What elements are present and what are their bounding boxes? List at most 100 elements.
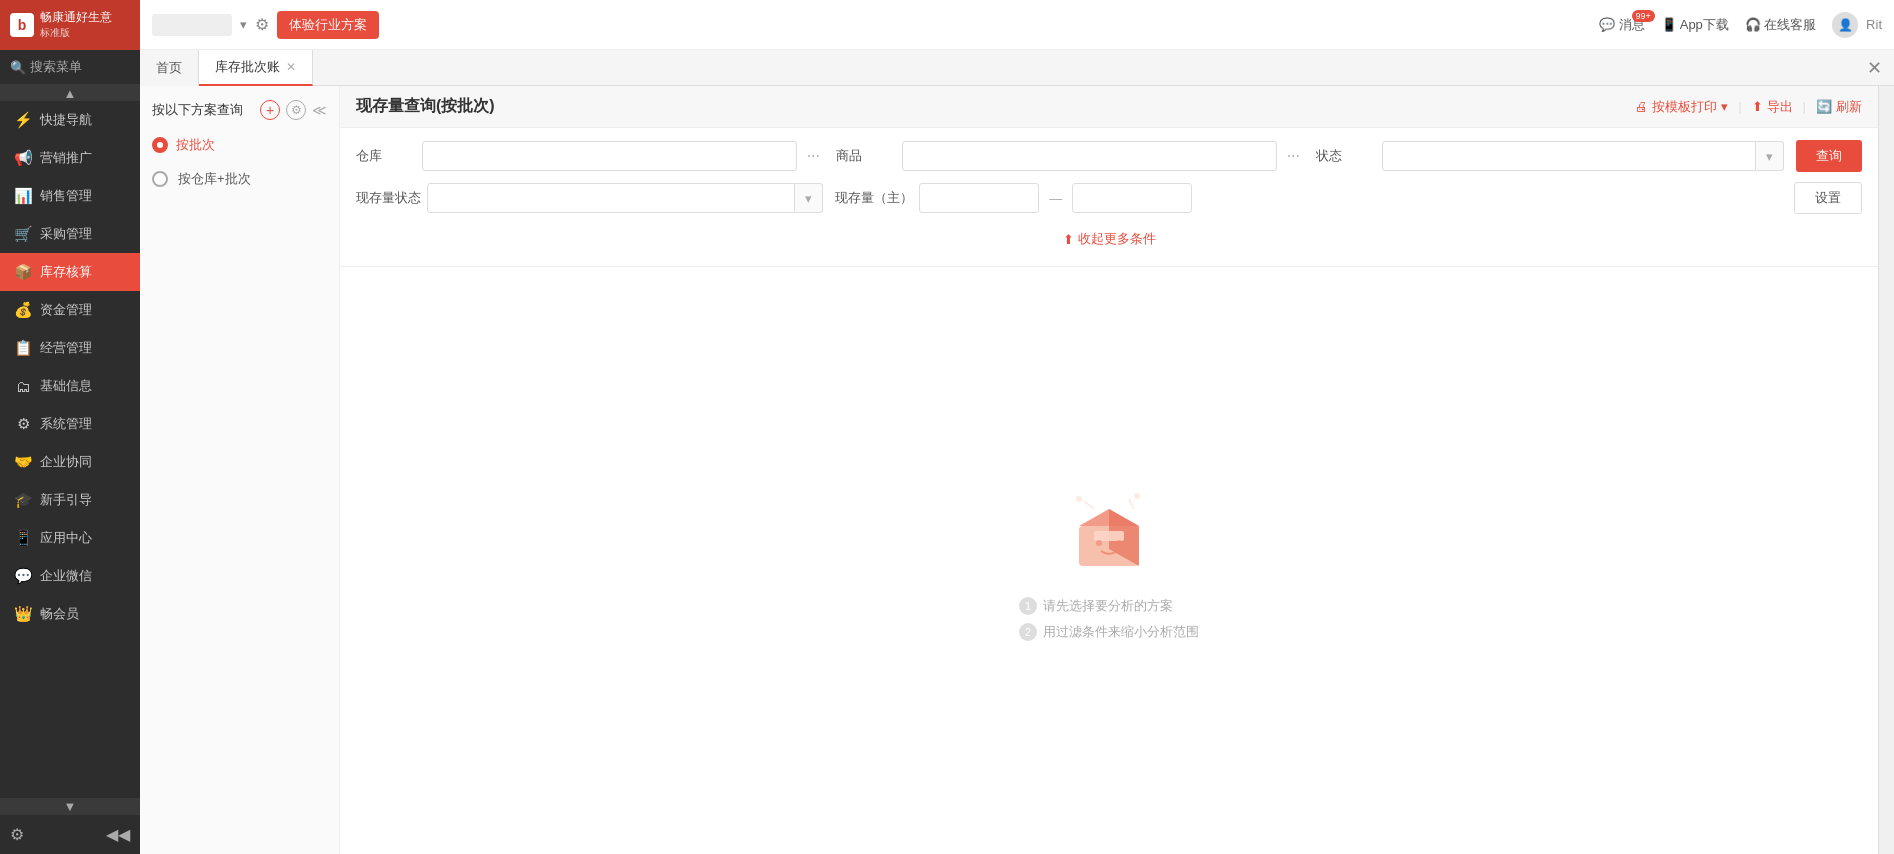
tab-inventory-batch[interactable]: 库存批次账 ✕: [199, 50, 313, 86]
scheme-inactive-indicator: [152, 171, 168, 187]
sidebar-item-inventory[interactable]: 📦 库存核算: [0, 253, 140, 291]
app-version: 标准版: [40, 26, 112, 40]
sidebar-footer: ⚙ ◀◀: [0, 814, 140, 854]
sidebar-item-label: 采购管理: [40, 225, 92, 243]
sidebar-item-label: 资金管理: [40, 301, 92, 319]
filter-area: 仓库 ··· 商品 ··· 状态: [340, 128, 1878, 267]
filter-row-1: 仓库 ··· 商品 ··· 状态: [356, 140, 1862, 172]
tab-close-icon[interactable]: ✕: [286, 60, 296, 74]
tip-1-number: 1: [1019, 597, 1037, 615]
scheme-warehouse-batch-label: 按仓库+批次: [178, 170, 251, 188]
sidebar-item-marketing[interactable]: 📢 营销推广: [0, 139, 140, 177]
product-filter-group: 商品 ···: [836, 141, 1304, 171]
inventory-qty-label: 现存量（主）: [835, 189, 913, 207]
sidebar-search[interactable]: 🔍 搜索菜单: [0, 50, 140, 85]
online-service-btn[interactable]: 🎧 在线客服: [1745, 16, 1817, 34]
status-select-container: ▾: [1382, 141, 1784, 171]
product-input[interactable]: [902, 141, 1277, 171]
tab-home[interactable]: 首页: [140, 50, 199, 86]
sidebar-settings-icon[interactable]: ⚙: [10, 825, 24, 844]
warehouse-label: 仓库: [356, 147, 416, 165]
sidebar-item-label: 基础信息: [40, 377, 92, 395]
user-menu[interactable]: 👤 Rit: [1832, 12, 1882, 38]
sidebar-item-label: 经营管理: [40, 339, 92, 357]
page-close-btn[interactable]: ✕: [1855, 50, 1894, 86]
tip-1-text: 请先选择要分析的方案: [1043, 597, 1173, 615]
inv-status-arrow[interactable]: ▾: [795, 183, 823, 213]
print-dropdown-icon[interactable]: ▾: [1721, 99, 1728, 114]
inventory-qty-max-input[interactable]: [1072, 183, 1192, 213]
empty-state: 1 请先选择要分析的方案 2 用过滤条件来缩小分析范围: [340, 267, 1878, 854]
sidebar-item-base[interactable]: 🗂 基础信息: [0, 367, 140, 405]
app-title-group: 畅康通好生意 标准版: [40, 10, 112, 40]
sidebar-item-wechat[interactable]: 💬 企业微信: [0, 557, 140, 595]
scheme-settings-btn[interactable]: ⚙: [286, 100, 306, 120]
scheme-item-batch[interactable]: 按批次: [140, 128, 339, 162]
sidebar-item-collab[interactable]: 🤝 企业协同: [0, 443, 140, 481]
tabbar: 首页 库存批次账 ✕ ✕: [140, 50, 1894, 86]
warehouse-filter-group: 仓库 ···: [356, 141, 824, 171]
inv-status-select[interactable]: [427, 183, 795, 213]
export-label: 导出: [1767, 98, 1793, 116]
ops-icon: 📋: [14, 339, 32, 357]
sidebar-scroll-down[interactable]: ▼: [0, 798, 140, 814]
online-service-label: 在线客服: [1764, 17, 1816, 32]
search-icon: 🔍: [10, 60, 26, 75]
sidebar-item-quick-nav[interactable]: ⚡ 快捷导航: [0, 101, 140, 139]
left-panel-header: 按以下方案查询 + ⚙ ≪: [140, 96, 339, 128]
filter-buttons: 查询: [1796, 140, 1862, 172]
sidebar-item-finance[interactable]: 💰 资金管理: [0, 291, 140, 329]
product-label: 商品: [836, 147, 896, 165]
sidebar-collapse-icon[interactable]: ◀◀: [106, 825, 130, 844]
sidebar-item-apps[interactable]: 📱 应用中心: [0, 519, 140, 557]
marketing-icon: 📢: [14, 149, 32, 167]
inventory-qty-min-input[interactable]: [919, 183, 1039, 213]
warehouse-more-icon[interactable]: ···: [803, 147, 824, 165]
inventory-status-label: 现存量状态: [356, 189, 421, 207]
avatar: 👤: [1832, 12, 1858, 38]
collapse-more-btn[interactable]: ⬆ 收起更多条件: [356, 224, 1862, 254]
export-btn[interactable]: ⬆ 导出: [1752, 98, 1793, 116]
system-icon: ⚙: [14, 415, 32, 433]
app-download-btn[interactable]: 📱 App下载: [1661, 16, 1729, 34]
refresh-btn[interactable]: 🔄 刷新: [1816, 98, 1862, 116]
sidebar-scroll-up[interactable]: ▲: [0, 85, 140, 101]
panel-collapse-icon[interactable]: ≪: [312, 102, 327, 118]
product-more-icon[interactable]: ···: [1283, 147, 1304, 165]
left-panel-actions: + ⚙ ≪: [260, 100, 327, 120]
sidebar-item-label: 新手引导: [40, 491, 92, 509]
topbar-gear-icon[interactable]: ⚙: [255, 15, 269, 34]
sidebar-item-sales[interactable]: 📊 销售管理: [0, 177, 140, 215]
messages-btn[interactable]: 💬 消息 99+: [1599, 16, 1645, 34]
print-btn[interactable]: 🖨 按模板打印 ▾: [1635, 98, 1728, 116]
print-label: 按模板打印: [1652, 98, 1717, 116]
scheme-batch-label: 按批次: [176, 136, 215, 154]
sidebar-search-label: 搜索菜单: [30, 58, 82, 76]
status-select[interactable]: [1382, 141, 1756, 171]
status-select-arrow[interactable]: ▾: [1756, 141, 1784, 171]
home-tab-label: 首页: [156, 59, 182, 77]
filter-row-2: 现存量状态 ▾ 现存量（主） —: [356, 182, 1862, 214]
warehouse-input[interactable]: [422, 141, 797, 171]
add-scheme-btn[interactable]: +: [260, 100, 280, 120]
query-button[interactable]: 查询: [1796, 140, 1862, 172]
sidebar-item-label: 应用中心: [40, 529, 92, 547]
refresh-label: 刷新: [1836, 98, 1862, 116]
headset-icon: 🎧: [1745, 17, 1761, 32]
topbar-dropdown-icon[interactable]: ▾: [240, 17, 247, 32]
sidebar-item-member[interactable]: 👑 畅会员: [0, 595, 140, 633]
sidebar-item-guide[interactable]: 🎓 新手引导: [0, 481, 140, 519]
svg-line-6: [1084, 501, 1094, 509]
member-icon: 👑: [14, 605, 32, 623]
sidebar-item-purchase[interactable]: 🛒 采购管理: [0, 215, 140, 253]
settings-button[interactable]: 设置: [1794, 182, 1862, 214]
right-scrollbar[interactable]: [1878, 86, 1894, 854]
scheme-item-warehouse-batch[interactable]: 按仓库+批次: [140, 162, 339, 196]
user-name: Rit: [1866, 17, 1882, 32]
message-icon: 💬: [1599, 17, 1615, 32]
empty-tips: 1 请先选择要分析的方案 2 用过滤条件来缩小分析范围: [1019, 597, 1199, 641]
sidebar-item-ops[interactable]: 📋 经营管理: [0, 329, 140, 367]
experience-btn[interactable]: 体验行业方案: [277, 11, 379, 39]
sidebar-item-system[interactable]: ⚙ 系统管理: [0, 405, 140, 443]
sidebar-item-label: 系统管理: [40, 415, 92, 433]
